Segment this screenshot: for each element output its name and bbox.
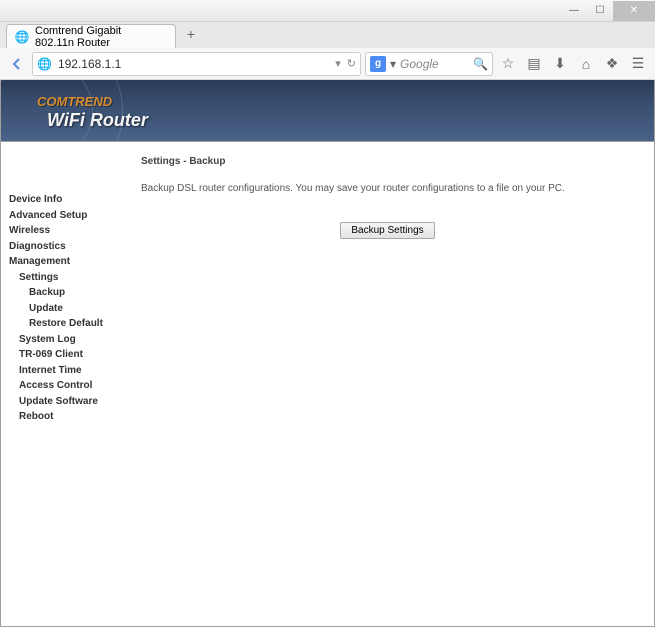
google-icon: g — [370, 56, 386, 72]
brand-line2: WiFi Router — [47, 110, 148, 131]
sidebar-item-backup[interactable]: Backup — [9, 285, 117, 301]
search-box[interactable]: g ▾ Google 🔍 — [365, 52, 493, 76]
sidebar-item-update[interactable]: Update — [9, 301, 117, 317]
window-titlebar: — ☐ ✕ — [0, 0, 655, 22]
backup-settings-button[interactable]: Backup Settings — [340, 222, 434, 239]
globe-icon: 🌐 — [37, 57, 52, 71]
sidebar-item-update-software[interactable]: Update Software — [9, 394, 117, 410]
page-title: Settings - Backup — [141, 156, 634, 167]
back-arrow-icon — [9, 56, 25, 72]
sidebar-item-internet-time[interactable]: Internet Time — [9, 363, 117, 379]
browser-nav-bar: 🌐 192.168.1.1 ▾ ↻ g ▾ Google 🔍 ☆ ▤ ⬇ ⌂ ❖… — [0, 48, 655, 80]
globe-icon: 🌐 — [15, 30, 29, 44]
menu-icon[interactable]: ☰ — [627, 53, 649, 75]
addon-icon[interactable]: ❖ — [601, 53, 623, 75]
sidebar-item-system-log[interactable]: System Log — [9, 332, 117, 348]
browser-tab-active[interactable]: 🌐 Comtrend Gigabit 802.11n Router — [6, 24, 176, 48]
sidebar-item-restore-default[interactable]: Restore Default — [9, 316, 117, 332]
sidebar-item-access-control[interactable]: Access Control — [9, 378, 117, 394]
main-panel: Settings - Backup Backup DSL router conf… — [121, 142, 654, 626]
page-description: Backup DSL router configurations. You ma… — [141, 183, 634, 194]
library-icon[interactable]: ▤ — [523, 53, 545, 75]
window-minimize-button[interactable]: — — [561, 1, 587, 21]
sidebar-item-reboot[interactable]: Reboot — [9, 409, 117, 425]
window-close-button[interactable]: ✕ — [613, 1, 655, 21]
sidebar-item-device-info[interactable]: Device Info — [9, 192, 117, 208]
sidebar-item-advanced-setup[interactable]: Advanced Setup — [9, 208, 117, 224]
sidebar-item-settings[interactable]: Settings — [9, 270, 117, 286]
tab-title: Comtrend Gigabit 802.11n Router — [35, 25, 147, 49]
brand-line1: COMTREND — [37, 94, 112, 109]
reload-icon[interactable]: ↻ — [347, 57, 356, 70]
bookmark-icon[interactable]: ☆ — [497, 53, 519, 75]
sidebar-item-wireless[interactable]: Wireless — [9, 223, 117, 239]
download-icon[interactable]: ⬇ — [549, 53, 571, 75]
url-text: 192.168.1.1 — [58, 57, 121, 71]
search-placeholder: Google — [400, 57, 439, 71]
back-button[interactable] — [6, 53, 28, 75]
url-bar[interactable]: 🌐 192.168.1.1 ▾ ↻ — [32, 52, 361, 76]
search-icon[interactable]: 🔍 — [473, 57, 488, 71]
home-icon[interactable]: ⌂ — [575, 53, 597, 75]
browser-tab-bar: 🌐 Comtrend Gigabit 802.11n Router + — [0, 22, 655, 48]
window-maximize-button[interactable]: ☐ — [587, 1, 613, 21]
content-area: Device InfoAdvanced SetupWirelessDiagnos… — [0, 142, 655, 627]
new-tab-button[interactable]: + — [180, 26, 202, 48]
dropdown-icon[interactable]: ▾ — [335, 57, 341, 70]
router-banner: COMTREND WiFi Router — [0, 80, 655, 142]
sidebar-item-tr-069-client[interactable]: TR-069 Client — [9, 347, 117, 363]
sidebar: Device InfoAdvanced SetupWirelessDiagnos… — [1, 142, 121, 626]
sidebar-item-diagnostics[interactable]: Diagnostics — [9, 239, 117, 255]
sidebar-item-management[interactable]: Management — [9, 254, 117, 270]
